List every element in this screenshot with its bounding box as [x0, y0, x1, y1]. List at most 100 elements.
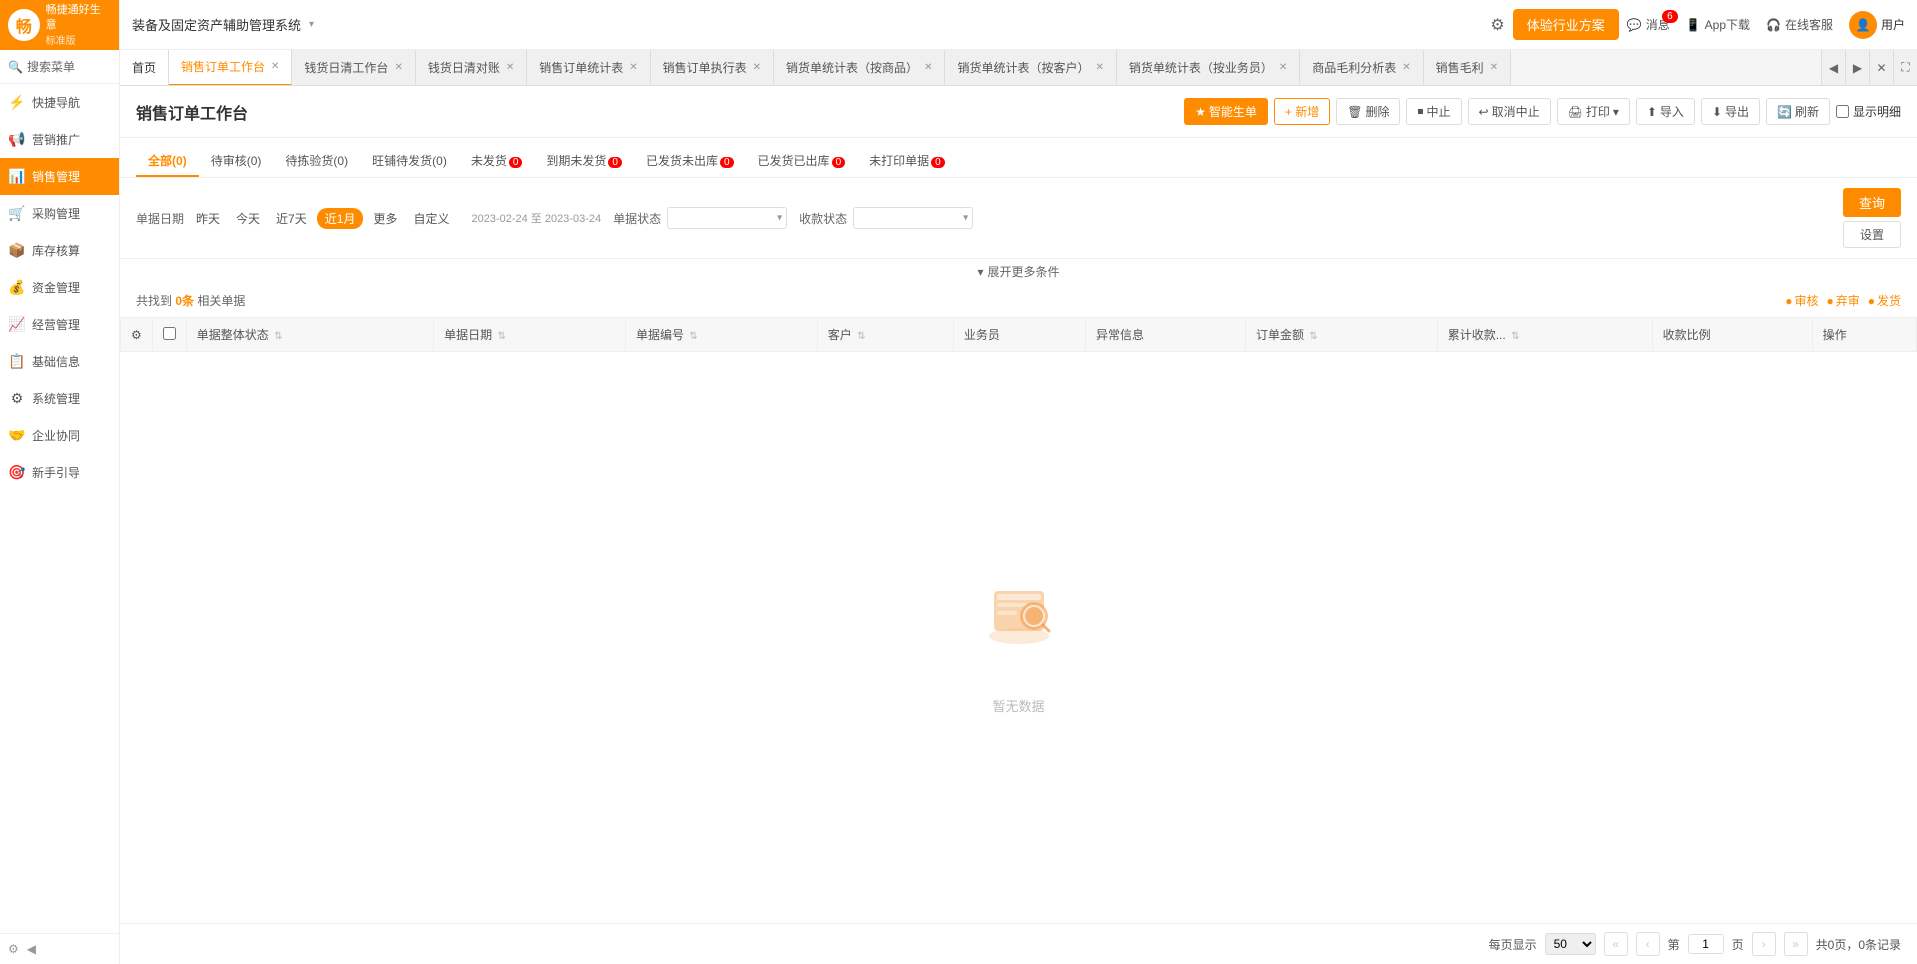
- topbar-gear-icon[interactable]: ⚙: [1490, 15, 1504, 35]
- sidebar-item-marketing[interactable]: 📢 营销推广: [0, 121, 119, 158]
- settings-icon[interactable]: ⚙: [8, 942, 19, 956]
- page-input[interactable]: [1688, 934, 1724, 954]
- tab-order-exec[interactable]: 销售订单执行表 ✕: [651, 50, 774, 86]
- tab-close-icon[interactable]: ✕: [1279, 62, 1287, 73]
- tab-label: 钱货日清工作台: [304, 59, 388, 76]
- subtab-shipped-out[interactable]: 已发货已出库0: [746, 146, 858, 177]
- date-opt-more[interactable]: 更多: [367, 208, 403, 229]
- col-checkbox[interactable]: [152, 318, 186, 352]
- message-btn[interactable]: 💬 消息 6: [1627, 16, 1670, 33]
- tab-daily-clear[interactable]: 钱货日清工作台 ✕: [292, 50, 415, 86]
- stop-btn[interactable]: ⏹ 中止: [1406, 98, 1461, 125]
- sidebar-item-basic[interactable]: 📋 基础信息: [0, 343, 119, 380]
- tab-scroll-left[interactable]: ◀: [1821, 50, 1845, 86]
- tab-close-icon[interactable]: ✕: [1490, 62, 1498, 73]
- refresh-btn[interactable]: 🔄 刷新: [1766, 98, 1830, 125]
- ship-action[interactable]: ● 发货: [1868, 292, 1901, 309]
- tab-close-icon[interactable]: ✕: [506, 62, 514, 73]
- tab-sales-order[interactable]: 销售订单工作台 ✕: [169, 50, 292, 86]
- date-opt-yesterday[interactable]: 昨天: [190, 208, 226, 229]
- sort-icon[interactable]: ⇅: [498, 331, 506, 342]
- subtab-all[interactable]: 全部(0): [136, 146, 199, 177]
- sort-icon[interactable]: ⇅: [274, 331, 282, 342]
- unaudit-action[interactable]: ● 弃审: [1826, 292, 1859, 309]
- filter-status-select[interactable]: [667, 207, 787, 229]
- page-next-btn[interactable]: ›: [1752, 932, 1776, 956]
- tab-reconcile[interactable]: 钱货日清对账 ✕: [416, 50, 527, 86]
- tab-gross-profit[interactable]: 商品毛利分析表 ✕: [1300, 50, 1423, 86]
- tab-home[interactable]: 首页: [120, 50, 169, 86]
- show-detail-checkbox[interactable]: [1836, 105, 1849, 118]
- filter-payment-wrap: [853, 207, 973, 229]
- cancel-stop-btn[interactable]: ↩ 取消中止: [1468, 98, 1551, 125]
- tab-order-stats[interactable]: 销售订单统计表 ✕: [527, 50, 650, 86]
- page-prev-btn[interactable]: ‹: [1636, 932, 1660, 956]
- subtab-count-badge: 0: [832, 157, 846, 168]
- query-btn[interactable]: 查询: [1843, 188, 1901, 217]
- date-opt-7days[interactable]: 近7天: [270, 208, 313, 229]
- page-size-select[interactable]: 50 100: [1545, 933, 1596, 955]
- setting-btn[interactable]: 设置: [1843, 221, 1901, 248]
- tab-sales-goods[interactable]: 销货单统计表（按商品） ✕: [774, 50, 945, 86]
- col-config[interactable]: ⚙: [121, 318, 153, 352]
- subtab-pending-pick[interactable]: 待拣验货(0): [273, 146, 360, 177]
- sidebar-item-system[interactable]: ⚙ 系统管理: [0, 380, 119, 417]
- tab-close-icon[interactable]: ✕: [271, 61, 279, 72]
- sidebar-item-finance[interactable]: 💰 资金管理: [0, 269, 119, 306]
- sort-icon[interactable]: ⇅: [689, 331, 697, 342]
- sidebar-item-guide[interactable]: 🎯 新手引导: [0, 454, 119, 491]
- tab-close-icon[interactable]: ✕: [924, 62, 932, 73]
- tab-close-all[interactable]: ✕: [1869, 50, 1893, 86]
- filter-payment-select[interactable]: [853, 207, 973, 229]
- tab-sales-gross[interactable]: 销售毛利 ✕: [1424, 50, 1511, 86]
- audit-action[interactable]: ● 审核: [1785, 292, 1818, 309]
- print-btn[interactable]: 🖨 打印 ▾: [1557, 98, 1630, 125]
- sort-icon[interactable]: ⇅: [1309, 331, 1317, 342]
- tab-fullscreen[interactable]: ⛶: [1893, 50, 1917, 86]
- sidebar-item-inventory[interactable]: 📦 库存核算: [0, 232, 119, 269]
- sidebar-item-nav[interactable]: ⚡ 快捷导航: [0, 84, 119, 121]
- tab-close-icon[interactable]: ✕: [629, 62, 637, 73]
- sidebar-item-operation[interactable]: 📈 经营管理: [0, 306, 119, 343]
- select-all-checkbox[interactable]: [163, 327, 176, 340]
- subtab-shipped-not-out[interactable]: 已发货未出库0: [634, 146, 746, 177]
- subtab-label: 到期未发货: [546, 154, 606, 168]
- app-download-btn[interactable]: 📱 App下载: [1686, 16, 1750, 33]
- subtab-label: 已发货未出库: [646, 154, 718, 168]
- tab-sales-customer[interactable]: 销货单统计表（按客户） ✕: [945, 50, 1116, 86]
- expand-btn[interactable]: ▾ 展开更多条件: [977, 263, 1059, 280]
- subtab-unshipped[interactable]: 未发货0: [459, 146, 535, 177]
- sort-icon[interactable]: ⇅: [857, 331, 865, 342]
- tab-sales-staff[interactable]: 销货单统计表（按业务员） ✕: [1117, 50, 1300, 86]
- tab-close-icon[interactable]: ✕: [1402, 62, 1410, 73]
- subtab-wangpu-ship[interactable]: 旺铺待发货(0): [360, 146, 459, 177]
- sidebar-item-collab[interactable]: 🤝 企业协同: [0, 417, 119, 454]
- tab-close-icon[interactable]: ✕: [753, 62, 761, 73]
- user-info[interactable]: 👤 用户: [1849, 11, 1905, 39]
- sidebar-item-purchase[interactable]: 🛒 采购管理: [0, 195, 119, 232]
- tab-close-icon[interactable]: ✕: [1095, 62, 1103, 73]
- show-detail-checkbox-wrap[interactable]: 显示明细: [1836, 103, 1901, 120]
- sidebar-search[interactable]: 🔍 搜索菜单: [0, 50, 119, 84]
- date-opt-1month[interactable]: 近1月: [317, 208, 364, 229]
- tab-scroll-right[interactable]: ▶: [1845, 50, 1869, 86]
- tab-close-icon[interactable]: ✕: [394, 62, 402, 73]
- collapse-icon[interactable]: ◀: [27, 942, 36, 956]
- date-opt-today[interactable]: 今天: [230, 208, 266, 229]
- sort-icon[interactable]: ⇅: [1511, 331, 1519, 342]
- sidebar-item-sales[interactable]: 📊 销售管理: [0, 158, 119, 195]
- page-last-btn[interactable]: »: [1784, 932, 1808, 956]
- date-opt-custom[interactable]: 自定义: [407, 208, 455, 229]
- message-icon: 💬: [1627, 18, 1642, 32]
- industry-btn[interactable]: 体验行业方案: [1513, 9, 1619, 40]
- online-service-btn[interactable]: 🎧 在线客服: [1766, 16, 1833, 33]
- subtab-overdue-ship[interactable]: 到期未发货0: [534, 146, 634, 177]
- subtab-not-printed[interactable]: 未打印单据0: [857, 146, 957, 177]
- page-first-btn[interactable]: «: [1604, 932, 1628, 956]
- import-btn[interactable]: ⬆ 导入: [1636, 98, 1695, 125]
- delete-btn[interactable]: 🗑 删除: [1336, 98, 1400, 125]
- export-btn[interactable]: ⬇ 导出: [1701, 98, 1760, 125]
- subtab-pending-review[interactable]: 待审核(0): [199, 146, 274, 177]
- smart-btn[interactable]: ★ 智能生单: [1184, 98, 1268, 125]
- new-btn[interactable]: + 新增: [1274, 98, 1330, 125]
